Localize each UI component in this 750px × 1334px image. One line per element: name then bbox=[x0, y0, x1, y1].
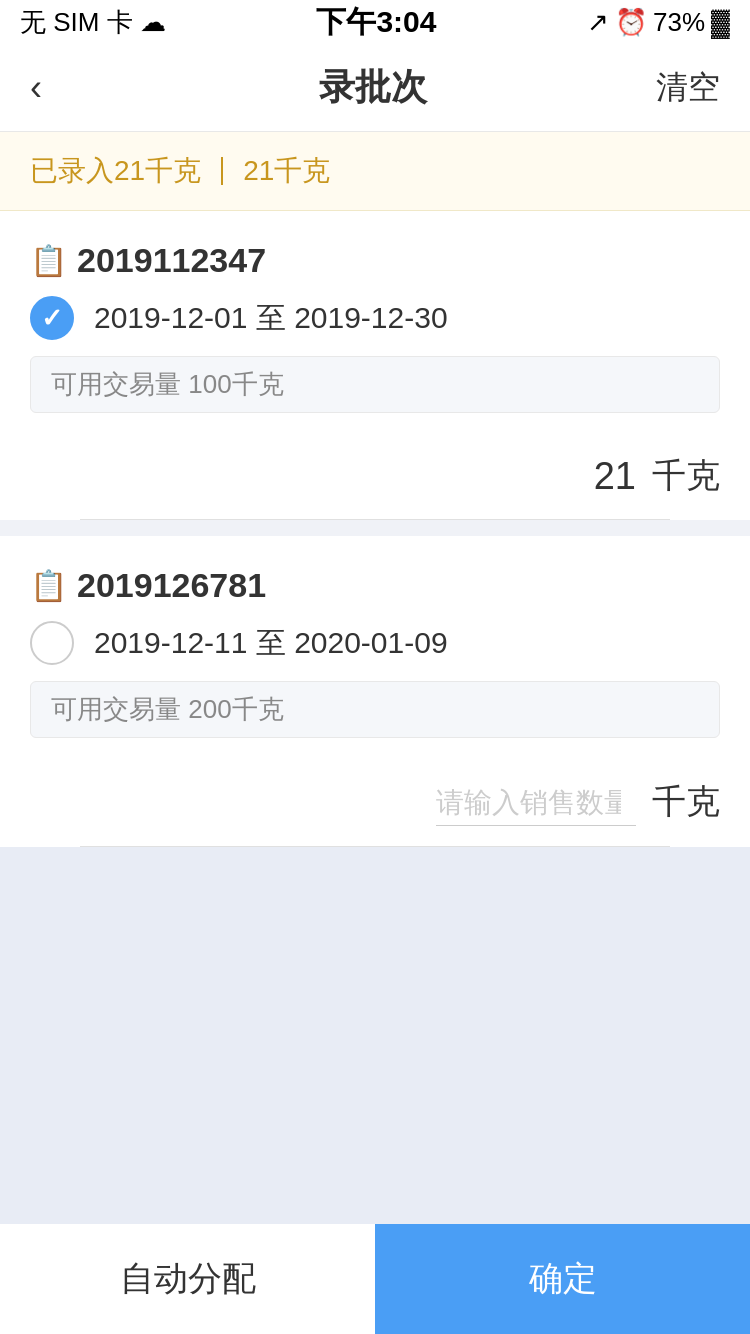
battery-icon: ▓ bbox=[711, 7, 730, 38]
confirm-button[interactable]: 确定 bbox=[375, 1224, 750, 1334]
batch-row-2: 2019-12-11 至 2020-01-09 bbox=[30, 621, 720, 665]
clear-button[interactable]: 清空 bbox=[656, 66, 720, 110]
page-title: 录批次 bbox=[319, 63, 427, 112]
alarm-icon: ⏰ bbox=[615, 7, 647, 38]
section-separator bbox=[0, 520, 750, 536]
status-left: 无 SIM 卡 ☁ bbox=[20, 5, 166, 40]
batch-doc-icon-2: 📋 bbox=[30, 568, 67, 603]
batch-header-1: 📋 2019112347 bbox=[30, 241, 720, 280]
batch-id-1: 2019112347 bbox=[77, 241, 266, 280]
available-tag-2: 可用交易量 200千克 bbox=[30, 681, 720, 738]
amount-row-1: 21 千克 bbox=[0, 433, 750, 519]
amount-value: 21千克 bbox=[243, 152, 330, 190]
recorded-amount: 已录入21千克 bbox=[30, 152, 201, 190]
info-banner: 已录入21千克 21千克 bbox=[0, 132, 750, 211]
radio-checked-1[interactable] bbox=[30, 296, 74, 340]
amount-row-2: 千克 bbox=[0, 758, 750, 846]
batch-header-2: 📋 2019126781 bbox=[30, 566, 720, 605]
battery-level: 73% bbox=[653, 7, 705, 38]
nav-bar: ‹ 录批次 清空 bbox=[0, 44, 750, 132]
location-icon: ↗ bbox=[587, 7, 609, 38]
batch-date-2: 2019-12-11 至 2020-01-09 bbox=[94, 623, 448, 664]
status-time: 下午3:04 bbox=[316, 2, 436, 43]
status-right: ↗ ⏰ 73% ▓ bbox=[587, 7, 730, 38]
radio-unchecked-2[interactable] bbox=[30, 621, 74, 665]
quantity-input-2[interactable] bbox=[436, 778, 636, 826]
available-tag-1: 可用交易量 100千克 bbox=[30, 356, 720, 413]
banner-divider bbox=[221, 157, 223, 185]
bottom-buttons: 自动分配 确定 bbox=[0, 1224, 750, 1334]
batch-date-1: 2019-12-01 至 2019-12-30 bbox=[94, 298, 448, 339]
auto-distribute-button[interactable]: 自动分配 bbox=[0, 1224, 375, 1334]
status-bar: 无 SIM 卡 ☁ 下午3:04 ↗ ⏰ 73% ▓ bbox=[0, 0, 750, 44]
amount-unit-2: 千克 bbox=[652, 779, 720, 825]
back-button[interactable]: ‹ bbox=[30, 67, 90, 109]
amount-unit-1: 千克 bbox=[652, 453, 720, 499]
sim-indicator: 无 SIM 卡 ☁ bbox=[20, 5, 166, 40]
batch-card-2: 📋 2019126781 2019-12-11 至 2020-01-09 可用交… bbox=[0, 536, 750, 738]
batch-id-2: 2019126781 bbox=[77, 566, 266, 605]
amount-number-1: 21 bbox=[594, 455, 636, 498]
batch-row-1: 2019-12-01 至 2019-12-30 bbox=[30, 296, 720, 340]
batch-card-1: 📋 2019112347 2019-12-01 至 2019-12-30 可用交… bbox=[0, 211, 750, 413]
batch-doc-icon: 📋 bbox=[30, 243, 67, 278]
